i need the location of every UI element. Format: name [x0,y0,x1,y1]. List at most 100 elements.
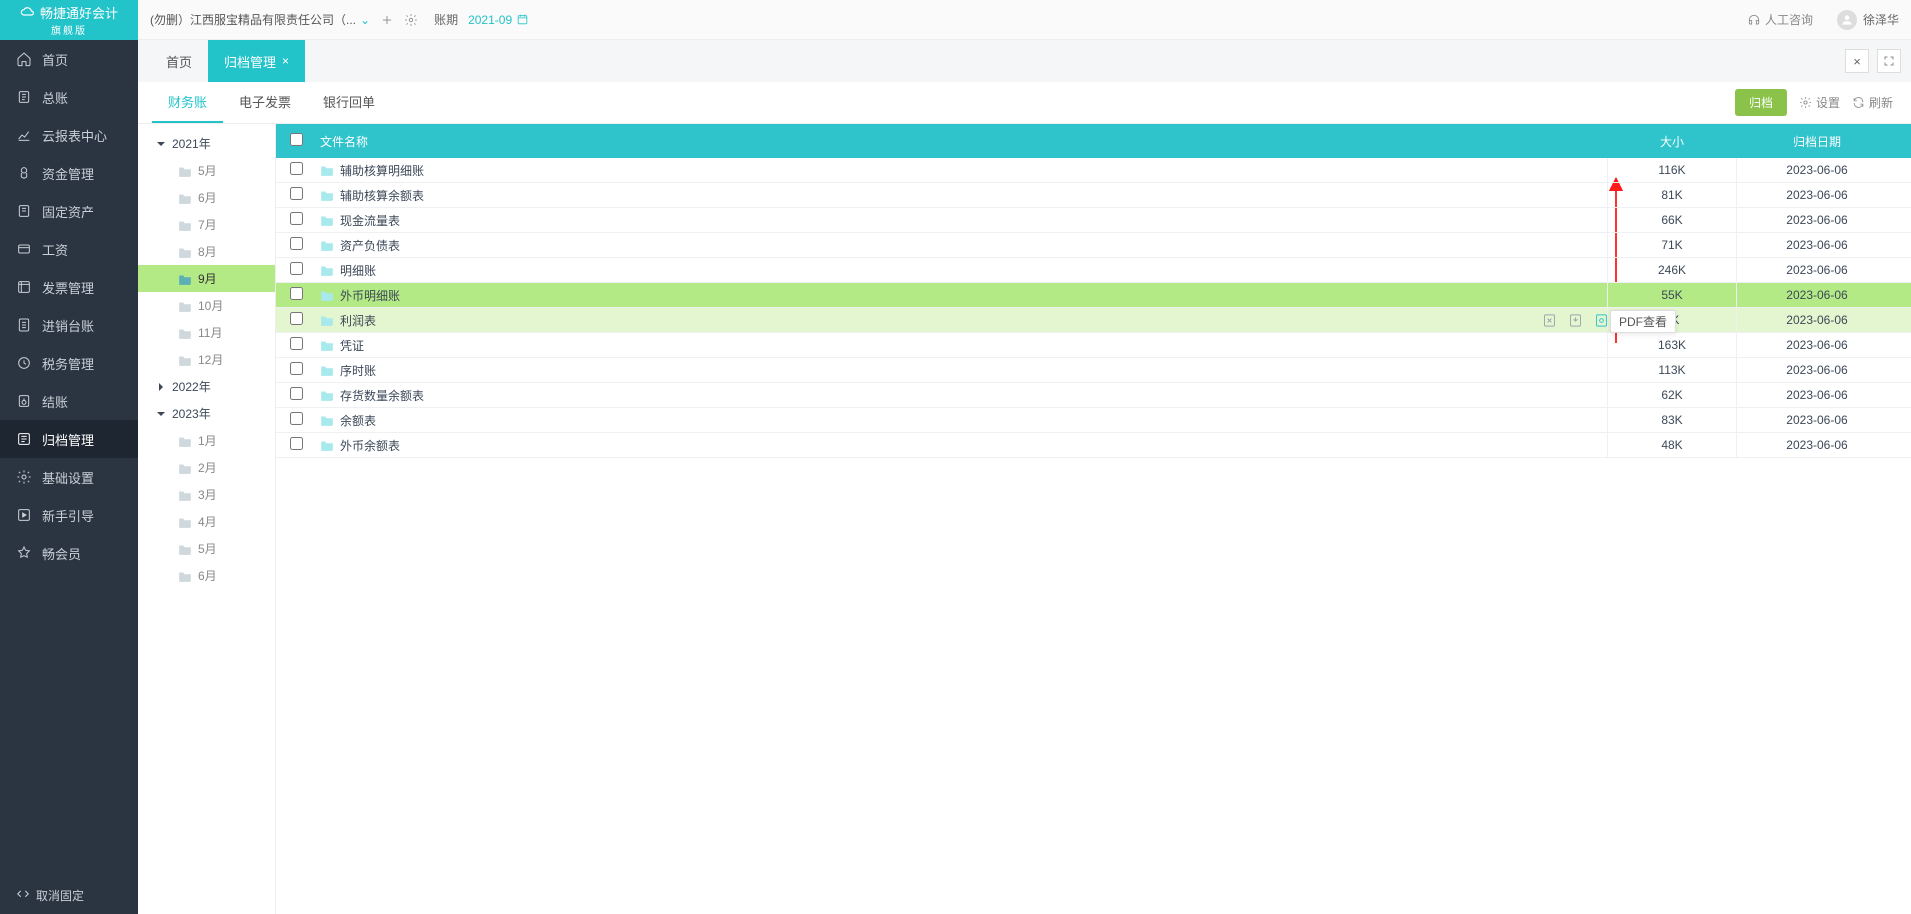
sidebar-item-9[interactable]: 结账 [0,382,138,420]
tree-month[interactable]: 9月 [138,265,275,292]
row-checkbox[interactable] [290,187,303,200]
tab-home[interactable]: 首页 [150,40,208,82]
tree-month-label: 11月 [198,324,222,341]
period-picker[interactable]: 2021-09 [468,13,529,27]
company-selector[interactable]: (勿删）江西服宝精品有限责任公司（... ⌄ [150,11,370,28]
sidebar-item-13[interactable]: 畅会员 [0,534,138,572]
table-row[interactable]: 外币余额表48K2023-06-06 [276,433,1911,458]
support-label: 人工咨询 [1765,11,1813,28]
settings-button[interactable]: 设置 [1799,94,1840,111]
row-checkbox[interactable] [290,212,303,225]
tab-close-icon[interactable]: × [282,54,289,68]
refresh-button[interactable]: 刷新 [1852,94,1893,111]
user-menu[interactable]: 徐泽华 [1837,10,1899,30]
table-row[interactable]: 辅助核算明细账116K2023-06-06 [276,158,1911,183]
sidebar-item-6[interactable]: 发票管理 [0,268,138,306]
select-all-checkbox[interactable] [290,133,303,146]
subtab-finance[interactable]: 财务账 [152,82,223,123]
tree-month[interactable]: 7月 [138,211,275,238]
tab-home-label: 首页 [166,52,192,71]
table-row[interactable]: 明细账246K2023-06-06 [276,258,1911,283]
pdf-preview-button[interactable] [1591,310,1611,330]
sidebar-unpin[interactable]: 取消固定 [0,876,138,914]
archive-date: 2023-06-06 [1737,313,1897,327]
sidebar-label: 归档管理 [42,430,94,449]
file-name: 余额表 [340,412,376,429]
table-row[interactable]: 序时账113K2023-06-06 [276,358,1911,383]
download-xls-button[interactable] [1539,310,1559,330]
tree-month[interactable]: 2月 [138,454,275,481]
table-row[interactable]: 辅助核算余额表81K2023-06-06 [276,183,1911,208]
row-checkbox[interactable] [290,412,303,425]
table-row[interactable]: 资产负债表71K2023-06-06 [276,233,1911,258]
tree-month[interactable]: 6月 [138,184,275,211]
brand-logo: 畅捷通好会计 旗舰版 [0,0,138,40]
subtab-einvoice[interactable]: 电子发票 [223,82,307,123]
sidebar-item-11[interactable]: 基础设置 [0,458,138,496]
tab-archive[interactable]: 归档管理 × [208,40,305,82]
row-checkbox[interactable] [290,312,303,325]
archive-date: 2023-06-06 [1737,338,1897,352]
download-pdf-button[interactable] [1565,310,1585,330]
sidebar-item-0[interactable]: 首页 [0,40,138,78]
sidebar-item-7[interactable]: 进销台账 [0,306,138,344]
tree-month[interactable]: 5月 [138,157,275,184]
tree-month[interactable]: 10月 [138,292,275,319]
col-filename: 文件名称 [314,133,1607,150]
row-checkbox[interactable] [290,362,303,375]
tree-year[interactable]: 2023年 [138,400,275,427]
tree-month-label: 2月 [198,459,217,476]
table-row[interactable]: 余额表83K2023-06-06 [276,408,1911,433]
tree-month-label: 3月 [198,486,217,503]
tree-year[interactable]: 2021年 [138,130,275,157]
cloud-icon [20,5,36,21]
file-name: 利润表 [340,312,376,329]
tree-month-label: 6月 [198,189,217,206]
tree-month[interactable]: 4月 [138,508,275,535]
table-row[interactable]: 凭证163K2023-06-06 [276,333,1911,358]
table-row[interactable]: 利润表PDF查看2K2023-06-06 [276,308,1911,333]
row-checkbox[interactable] [290,437,303,450]
row-checkbox[interactable] [290,162,303,175]
table-row[interactable]: 存货数量余额表62K2023-06-06 [276,383,1911,408]
support-button[interactable]: 人工咨询 [1747,11,1813,28]
tree-year[interactable]: 2022年 [138,373,275,400]
close-panel-button[interactable]: × [1845,49,1869,73]
menu-icon [16,203,32,219]
sidebar-item-2[interactable]: 云报表中心 [0,116,138,154]
fullscreen-button[interactable] [1877,49,1901,73]
sidebar-item-1[interactable]: 总账 [0,78,138,116]
sidebar-label: 云报表中心 [42,126,107,145]
row-checkbox[interactable] [290,262,303,275]
table-row[interactable]: 现金流量表66K2023-06-06 [276,208,1911,233]
sidebar-item-4[interactable]: 固定资产 [0,192,138,230]
sidebar-item-3[interactable]: 资金管理 [0,154,138,192]
row-checkbox[interactable] [290,287,303,300]
tree-month[interactable]: 12月 [138,346,275,373]
sidebar-item-10[interactable]: 归档管理 [0,420,138,458]
sidebar-item-5[interactable]: 工资 [0,230,138,268]
add-company-button[interactable] [380,13,394,27]
archive-button[interactable]: 归档 [1735,89,1787,116]
tree-month[interactable]: 6月 [138,562,275,589]
company-settings-button[interactable] [404,13,418,27]
sidebar-label: 基础设置 [42,468,94,487]
file-name: 凭证 [340,337,364,354]
subtab-bankreceipt[interactable]: 银行回单 [307,82,391,123]
sidebar-label: 工资 [42,240,68,259]
menu-icon [16,545,32,561]
tree-month[interactable]: 11月 [138,319,275,346]
row-checkbox[interactable] [290,237,303,250]
tree-month[interactable]: 8月 [138,238,275,265]
archive-date: 2023-06-06 [1737,263,1897,277]
sidebar-item-12[interactable]: 新手引导 [0,496,138,534]
calendar-icon [516,13,529,26]
sidebar-item-8[interactable]: 税务管理 [0,344,138,382]
table-row[interactable]: 外币明细账55K2023-06-06 [276,283,1911,308]
tree-month[interactable]: 3月 [138,481,275,508]
row-checkbox[interactable] [290,387,303,400]
tree-month[interactable]: 5月 [138,535,275,562]
tree-month[interactable]: 1月 [138,427,275,454]
tree-month-label: 6月 [198,567,217,584]
row-checkbox[interactable] [290,337,303,350]
